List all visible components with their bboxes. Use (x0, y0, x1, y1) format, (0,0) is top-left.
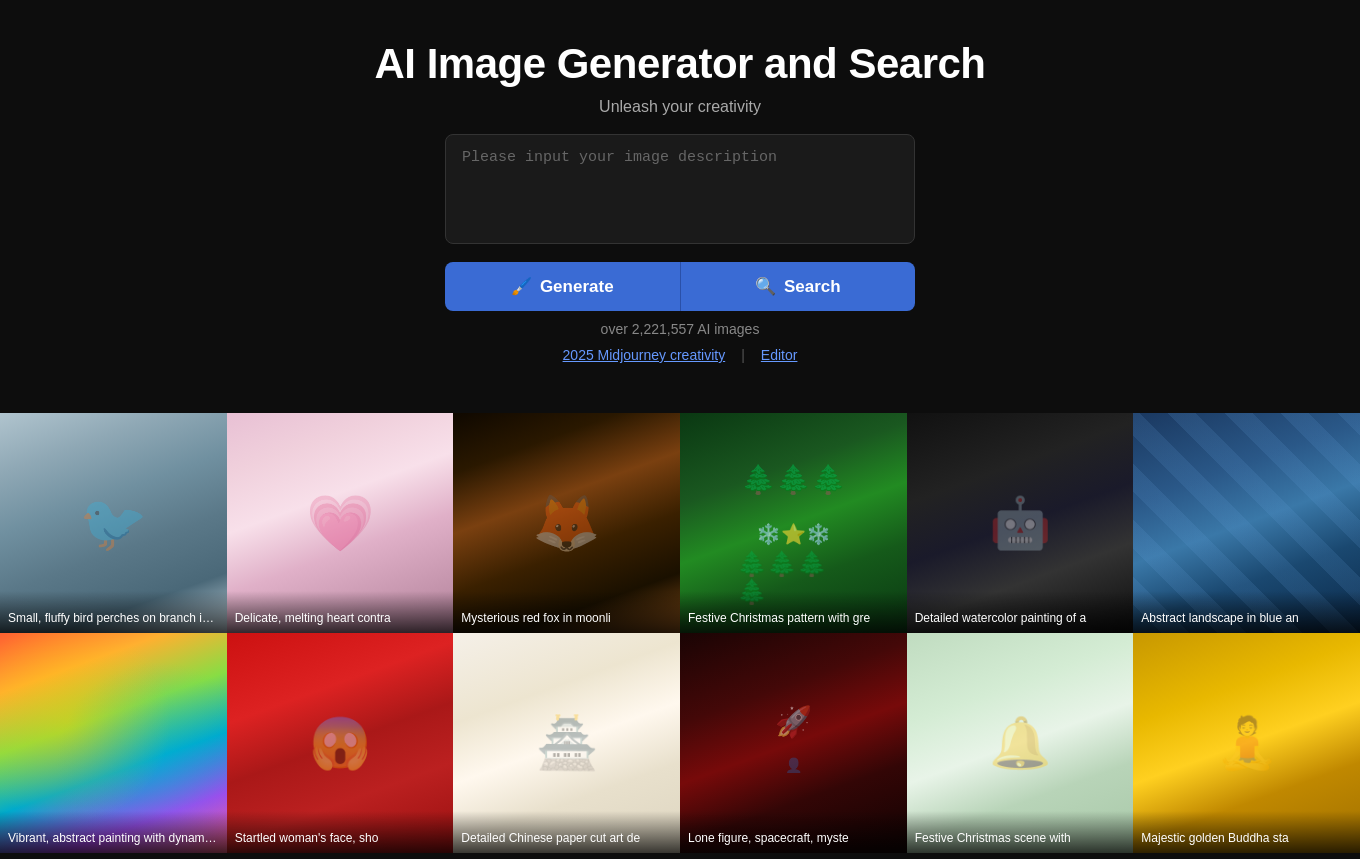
gallery-item-10[interactable]: 🚀 👤 Lone figure, spacecraft, myste (680, 633, 907, 853)
gallery-caption-5: Detailed watercolor painting of a (907, 591, 1134, 633)
page-title: AI Image Generator and Search (20, 40, 1340, 88)
search-label: Search (784, 277, 841, 297)
gallery-caption-11: Festive Christmas scene with (907, 811, 1134, 853)
gallery-item-12[interactable]: 🧘 Majestic golden Buddha sta (1133, 633, 1360, 853)
midjourney-link[interactable]: 2025 Midjourney creativity (563, 347, 726, 363)
gallery-caption-1: Small, fluffy bird perches on branch in … (0, 591, 227, 633)
nav-separator: | (741, 347, 745, 363)
gallery-row-2: Vibrant, abstract painting with dynamic … (0, 633, 1360, 853)
editor-link[interactable]: Editor (761, 347, 798, 363)
gallery-item-6[interactable]: Abstract landscape in blue an (1133, 413, 1360, 633)
gallery-caption-12: Majestic golden Buddha sta (1133, 811, 1360, 853)
generate-label: Generate (540, 277, 614, 297)
header-section: AI Image Generator and Search Unleash yo… (0, 0, 1360, 403)
search-icon: 🔍 (755, 276, 776, 297)
gallery-item-4[interactable]: 🌲🌲🌲 ❄️⭐❄️ 🌲🌲🌲🌲 Festive Christmas pattern… (680, 413, 907, 633)
gallery-caption-2: Delicate, melting heart contra (227, 591, 454, 633)
generate-icon: 🖌️ (511, 276, 532, 297)
nav-links: 2025 Midjourney creativity | Editor (20, 347, 1340, 363)
gallery-caption-6: Abstract landscape in blue an (1133, 591, 1360, 633)
gallery-caption-10: Lone figure, spacecraft, myste (680, 811, 907, 853)
gallery-section: 🐦 Small, fluffy bird perches on branch i… (0, 403, 1360, 859)
action-buttons: 🖌️ Generate 🔍 Search (445, 262, 915, 311)
prompt-input[interactable] (445, 134, 915, 244)
gallery-caption-7: Vibrant, abstract painting with dynamic … (0, 811, 227, 853)
gallery-item-8[interactable]: 😱 Startled woman's face, sho (227, 633, 454, 853)
gallery-item-7[interactable]: Vibrant, abstract painting with dynamic … (0, 633, 227, 853)
search-button[interactable]: 🔍 Search (680, 262, 916, 311)
generate-button[interactable]: 🖌️ Generate (445, 262, 680, 311)
gallery-caption-3: Mysterious red fox in moonli (453, 591, 680, 633)
gallery-caption-9: Detailed Chinese paper cut art de (453, 811, 680, 853)
gallery-item-5[interactable]: 🤖 Detailed watercolor painting of a (907, 413, 1134, 633)
gallery-item-3[interactable]: 🦊 Mysterious red fox in moonli (453, 413, 680, 633)
gallery-item-11[interactable]: 🔔 Festive Christmas scene with (907, 633, 1134, 853)
gallery-item-2[interactable]: 💗 Delicate, melting heart contra (227, 413, 454, 633)
gallery-caption-4: Festive Christmas pattern with gre (680, 591, 907, 633)
image-count: over 2,221,557 AI images (20, 321, 1340, 337)
gallery-row-1: 🐦 Small, fluffy bird perches on branch i… (0, 413, 1360, 633)
gallery-item-1[interactable]: 🐦 Small, fluffy bird perches on branch i… (0, 413, 227, 633)
prompt-wrapper (445, 134, 915, 248)
subtitle: Unleash your creativity (20, 98, 1340, 116)
gallery-item-9[interactable]: 🏯 Detailed Chinese paper cut art de (453, 633, 680, 853)
gallery-caption-8: Startled woman's face, sho (227, 811, 454, 853)
